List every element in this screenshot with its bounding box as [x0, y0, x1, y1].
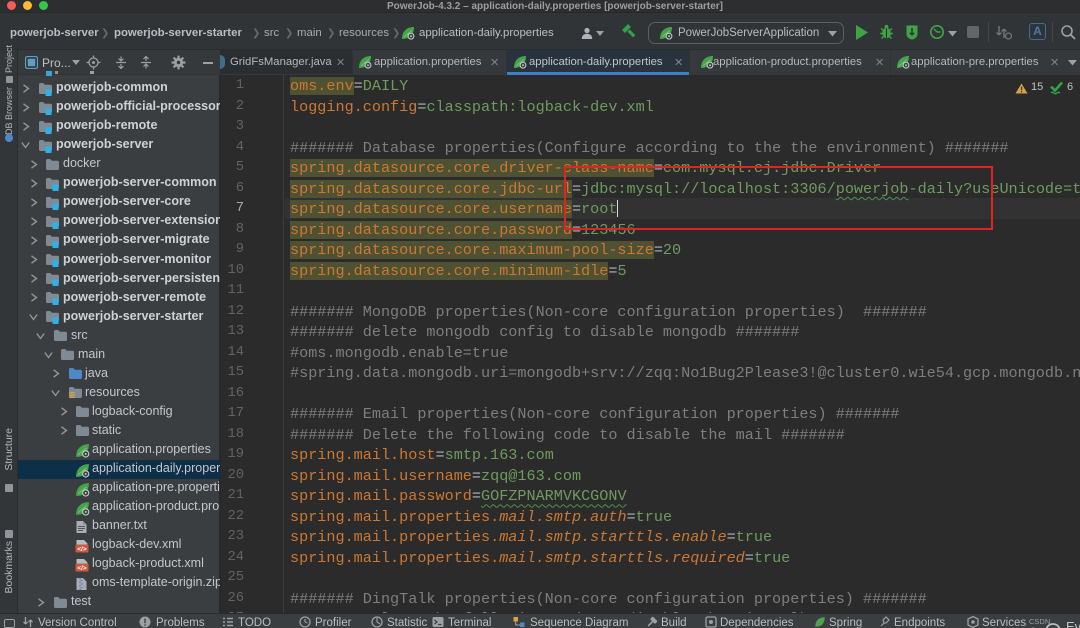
svg-text:</>: </>	[77, 565, 87, 572]
svg-text:</>: </>	[77, 545, 87, 552]
